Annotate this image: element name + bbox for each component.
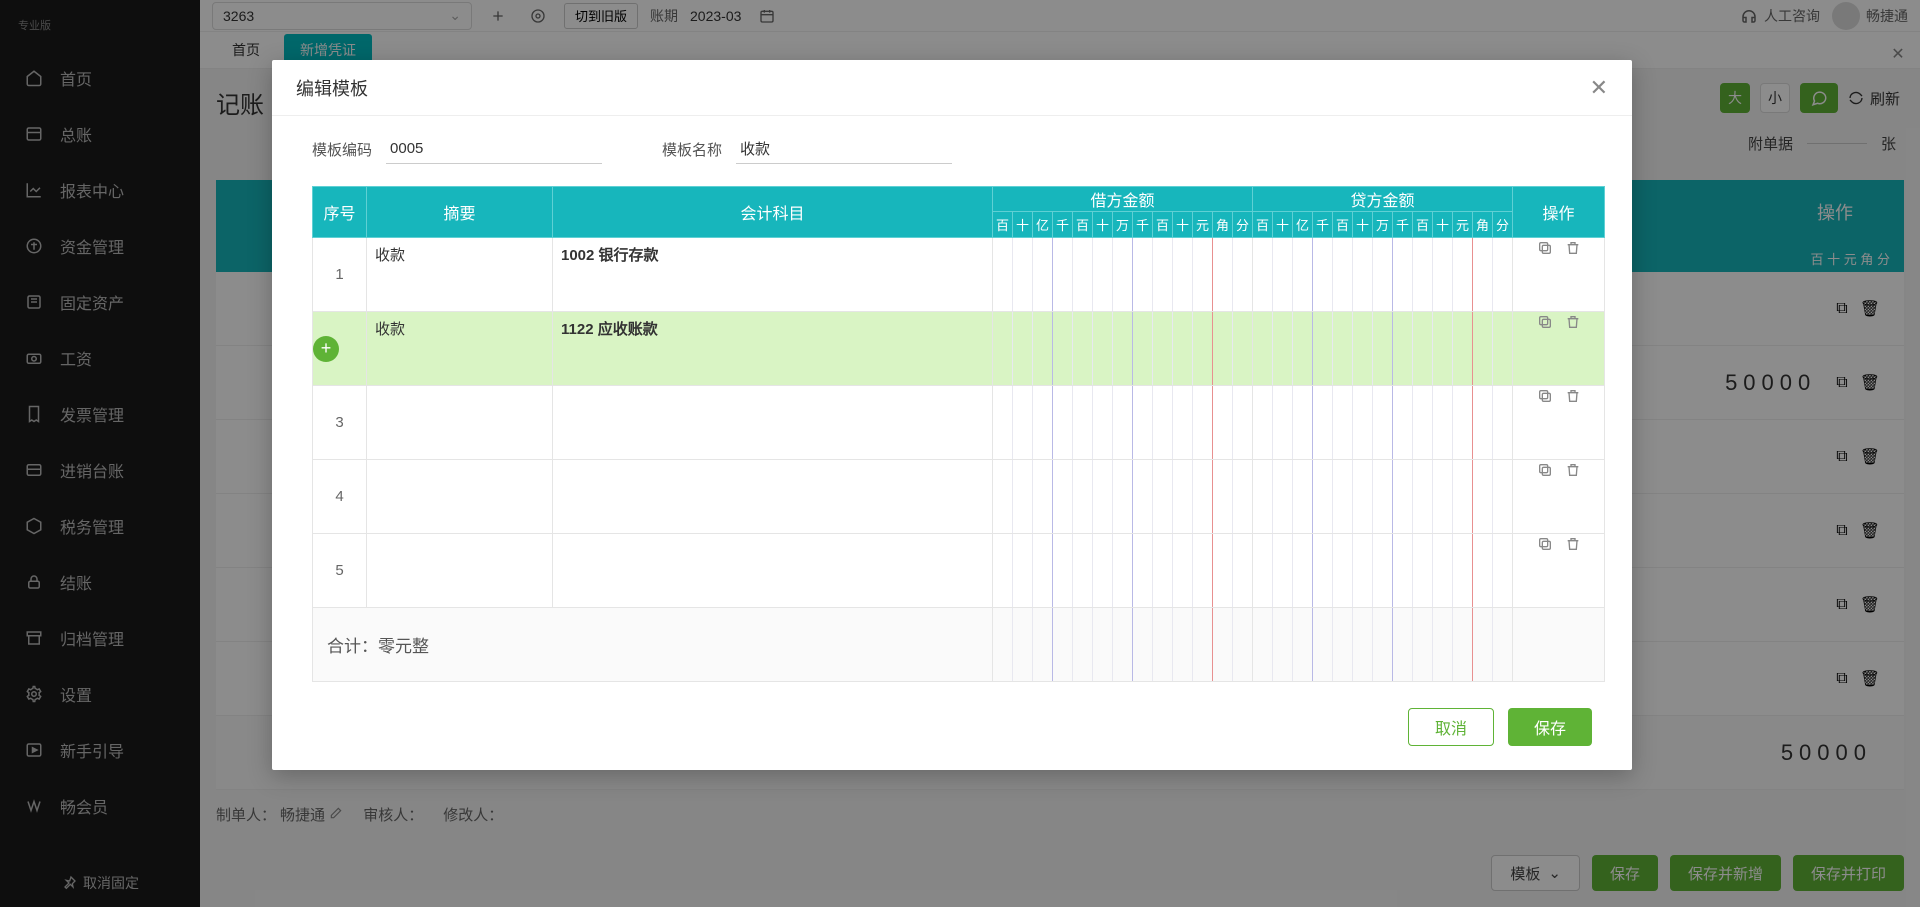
copy-row-button[interactable] bbox=[1535, 312, 1555, 332]
delete-row-button[interactable] bbox=[1563, 386, 1583, 406]
unit-header: 万 bbox=[1373, 212, 1393, 238]
modal-close-button[interactable]: ✕ bbox=[1590, 75, 1608, 101]
table-row[interactable]: 3 bbox=[313, 386, 1605, 460]
col-seq: 序号 bbox=[313, 187, 367, 238]
unit-header: 百 bbox=[1073, 212, 1093, 238]
unit-header: 十 bbox=[1173, 212, 1193, 238]
modal-save-button[interactable]: 保存 bbox=[1508, 708, 1592, 746]
template-code-input[interactable] bbox=[386, 134, 602, 164]
row-ops bbox=[1513, 534, 1605, 608]
unit-header: 百 bbox=[1153, 212, 1173, 238]
unit-header: 元 bbox=[1193, 212, 1213, 238]
unit-header: 百 bbox=[1413, 212, 1433, 238]
row-debit[interactable] bbox=[993, 386, 1253, 460]
unit-header: 十 bbox=[1093, 212, 1113, 238]
col-credit: 贷方金额 bbox=[1253, 187, 1513, 212]
unit-header: 角 bbox=[1213, 212, 1233, 238]
unit-header: 十 bbox=[1353, 212, 1373, 238]
row-debit[interactable] bbox=[993, 312, 1253, 386]
table-row[interactable]: 5 bbox=[313, 534, 1605, 608]
row-summary[interactable] bbox=[367, 534, 553, 608]
total-label: 合计：零元整 bbox=[313, 608, 992, 681]
unit-header: 亿 bbox=[1033, 212, 1053, 238]
row-account[interactable]: 1002 银行存款 bbox=[553, 238, 993, 312]
unit-header: 千 bbox=[1313, 212, 1333, 238]
modal-title: 编辑模板 bbox=[296, 75, 368, 101]
delete-row-button[interactable] bbox=[1563, 534, 1583, 554]
row-account[interactable]: 1122 应收账款 bbox=[553, 312, 993, 386]
row-debit[interactable] bbox=[993, 238, 1253, 312]
row-seq: 1 bbox=[313, 238, 367, 312]
template-name-label: 模板名称 bbox=[662, 139, 722, 160]
unit-header: 百 bbox=[993, 212, 1013, 238]
row-account[interactable] bbox=[553, 460, 993, 534]
row-summary[interactable] bbox=[367, 386, 553, 460]
unit-header: 分 bbox=[1233, 212, 1253, 238]
row-seq: 5 bbox=[313, 534, 367, 608]
template-name-input[interactable] bbox=[736, 134, 952, 164]
unit-header: 百 bbox=[1253, 212, 1273, 238]
copy-row-button[interactable] bbox=[1535, 238, 1555, 258]
row-ops bbox=[1513, 460, 1605, 534]
unit-header: 十 bbox=[1273, 212, 1293, 238]
unit-header: 亿 bbox=[1293, 212, 1313, 238]
template-code-label: 模板编码 bbox=[312, 139, 372, 160]
table-row[interactable]: + 收款1122 应收账款 bbox=[313, 312, 1605, 386]
row-ops bbox=[1513, 238, 1605, 312]
row-seq: + bbox=[313, 312, 367, 386]
row-credit[interactable] bbox=[1253, 386, 1513, 460]
table-row[interactable]: 4 bbox=[313, 460, 1605, 534]
unit-header: 十 bbox=[1013, 212, 1033, 238]
row-debit[interactable] bbox=[993, 534, 1253, 608]
row-credit[interactable] bbox=[1253, 460, 1513, 534]
unit-header: 万 bbox=[1113, 212, 1133, 238]
edit-template-modal: 编辑模板 ✕ 模板编码 模板名称 序号 摘要 bbox=[272, 60, 1632, 770]
row-summary[interactable]: 收款 bbox=[367, 312, 553, 386]
unit-header: 千 bbox=[1393, 212, 1413, 238]
add-row-button[interactable]: + bbox=[313, 336, 339, 362]
unit-header: 元 bbox=[1453, 212, 1473, 238]
total-row: 合计：零元整 bbox=[313, 608, 1605, 682]
copy-row-button[interactable] bbox=[1535, 534, 1555, 554]
row-ops bbox=[1513, 312, 1605, 386]
delete-row-button[interactable] bbox=[1563, 312, 1583, 332]
row-credit[interactable] bbox=[1253, 312, 1513, 386]
row-seq: 3 bbox=[313, 386, 367, 460]
template-table: 序号 摘要 会计科目 借方金额 贷方金额 操作 百十亿千百十万千百十元角分百十亿… bbox=[312, 186, 1605, 682]
copy-row-button[interactable] bbox=[1535, 386, 1555, 406]
unit-header: 分 bbox=[1493, 212, 1513, 238]
row-summary[interactable] bbox=[367, 460, 553, 534]
modal-cancel-button[interactable]: 取消 bbox=[1408, 708, 1494, 746]
row-ops bbox=[1513, 386, 1605, 460]
row-account[interactable] bbox=[553, 386, 993, 460]
col-debit: 借方金额 bbox=[993, 187, 1253, 212]
unit-header: 千 bbox=[1053, 212, 1073, 238]
table-row[interactable]: 1收款1002 银行存款 bbox=[313, 238, 1605, 312]
col-account: 会计科目 bbox=[553, 187, 993, 238]
unit-header: 千 bbox=[1133, 212, 1153, 238]
delete-row-button[interactable] bbox=[1563, 238, 1583, 258]
delete-row-button[interactable] bbox=[1563, 460, 1583, 480]
row-summary[interactable]: 收款 bbox=[367, 238, 553, 312]
unit-header: 百 bbox=[1333, 212, 1353, 238]
row-debit[interactable] bbox=[993, 460, 1253, 534]
col-summary: 摘要 bbox=[367, 187, 553, 238]
unit-header: 角 bbox=[1473, 212, 1493, 238]
unit-header: 十 bbox=[1433, 212, 1453, 238]
row-credit[interactable] bbox=[1253, 238, 1513, 312]
copy-row-button[interactable] bbox=[1535, 460, 1555, 480]
row-credit[interactable] bbox=[1253, 534, 1513, 608]
col-ops: 操作 bbox=[1513, 187, 1605, 238]
row-seq: 4 bbox=[313, 460, 367, 534]
row-account[interactable] bbox=[553, 534, 993, 608]
